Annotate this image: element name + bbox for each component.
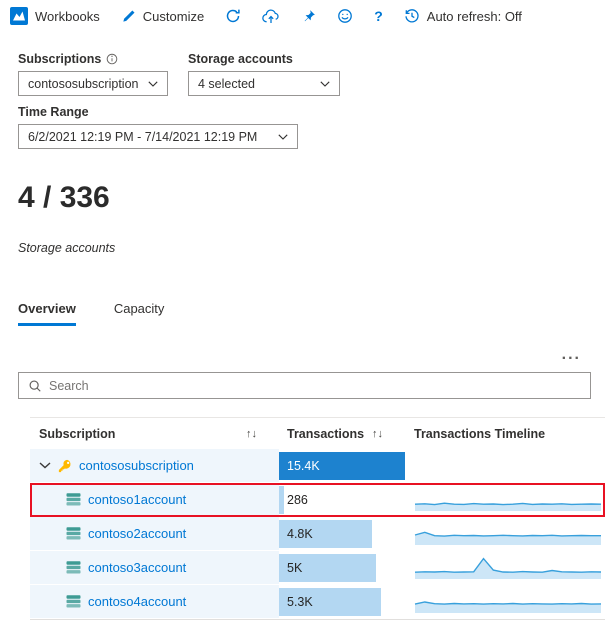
auto-refresh-clock-icon	[404, 8, 420, 24]
stat-section: 4 / 336 Storage accounts	[0, 149, 609, 255]
refresh-button[interactable]	[225, 8, 241, 24]
subscription-key-icon	[58, 459, 72, 473]
search-icon	[28, 379, 42, 393]
storage-accounts-table: Subscription ↑↓ Transactions ↑↓ Transact…	[30, 417, 605, 620]
expand-chevron-icon[interactable]	[39, 462, 51, 469]
help-icon: ?	[374, 8, 383, 24]
table-row[interactable]: contoso3account 5K	[30, 551, 605, 585]
time-range-value: 6/2/2021 12:19 PM - 7/14/2021 12:19 PM	[28, 130, 257, 144]
subscription-cell: contoso2account	[30, 517, 279, 551]
storage-account-icon	[66, 527, 81, 540]
transactions-value: 15.4K	[287, 459, 320, 473]
more-options-row: ...	[0, 326, 609, 360]
row-name-link[interactable]: contoso4account	[88, 594, 186, 609]
more-options-button[interactable]: ...	[562, 350, 581, 360]
tab-overview[interactable]: Overview	[18, 301, 76, 326]
transactions-value: 286	[287, 493, 308, 507]
subscriptions-value: contososubscription	[28, 77, 138, 91]
refresh-icon	[225, 8, 241, 24]
transactions-value: 5.3K	[287, 595, 313, 609]
filters-section: Subscriptions contososubscription Storag…	[0, 32, 609, 149]
timeline-cell	[405, 551, 605, 585]
subscription-cell: contososubscription	[30, 449, 279, 483]
chevron-down-icon	[320, 81, 330, 87]
subscriptions-label: Subscriptions	[18, 52, 101, 66]
timeline-cell	[405, 483, 605, 517]
timeline-cell	[405, 449, 605, 483]
smiley-icon	[337, 8, 353, 24]
row-name-link[interactable]: contoso1account	[88, 492, 186, 507]
subscriptions-filter: Subscriptions contososubscription	[18, 52, 168, 96]
subscription-cell: contoso3account	[30, 551, 279, 585]
table-row[interactable]: contoso2account 4.8K	[30, 517, 605, 551]
cloud-upload-icon	[262, 9, 280, 24]
pin-icon	[301, 9, 316, 24]
subscriptions-dropdown[interactable]: contososubscription	[18, 71, 168, 96]
tab-capacity[interactable]: Capacity	[114, 301, 165, 326]
workbooks-logo-icon	[10, 7, 28, 25]
customize-label: Customize	[143, 9, 204, 24]
chevron-down-icon	[278, 134, 288, 140]
transactions-cell: 5K	[279, 551, 405, 585]
subscription-cell: contoso1account	[30, 483, 279, 517]
storage-account-icon	[66, 493, 81, 506]
stat-caption: Storage accounts	[18, 241, 609, 255]
row-name-link[interactable]: contoso2account	[88, 526, 186, 541]
transactions-value: 5K	[287, 561, 302, 575]
row-name-link[interactable]: contoso3account	[88, 560, 186, 575]
table-row[interactable]: contoso4account 5.3K	[30, 585, 605, 619]
transactions-cell: 4.8K	[279, 517, 405, 551]
toolbar: Workbooks Customize ? Auto refresh: O	[0, 0, 609, 32]
timeline-sparkline	[414, 590, 602, 614]
transactions-cell: 15.4K	[279, 449, 405, 483]
search-row	[18, 372, 591, 399]
storage-account-icon	[66, 561, 81, 574]
stat-value: 4 / 336	[18, 181, 609, 215]
transactions-cell: 5.3K	[279, 585, 405, 619]
table-body: contososubscription 15.4K contoso1account 2…	[30, 449, 605, 620]
time-range-dropdown[interactable]: 6/2/2021 12:19 PM - 7/14/2021 12:19 PM	[18, 124, 298, 149]
column-header-transactions[interactable]: Transactions	[287, 427, 364, 441]
auto-refresh-label: Auto refresh: Off	[427, 9, 522, 24]
column-header-subscription[interactable]: Subscription	[39, 427, 115, 441]
feedback-button[interactable]	[337, 8, 353, 24]
sort-icon[interactable]: ↑↓	[246, 428, 257, 440]
sort-icon[interactable]: ↑↓	[372, 428, 383, 440]
storage-accounts-filter: Storage accounts 4 selected	[188, 52, 340, 96]
pencil-icon	[121, 9, 136, 24]
tab-bar: Overview Capacity	[0, 255, 609, 326]
storage-accounts-label: Storage accounts	[188, 52, 293, 66]
timeline-sparkline	[414, 488, 602, 512]
storage-account-icon	[66, 595, 81, 608]
time-range-label: Time Range	[18, 105, 89, 119]
transactions-cell: 286	[279, 483, 405, 517]
help-button[interactable]: ?	[374, 8, 383, 24]
workbooks-title: Workbooks	[10, 7, 100, 25]
pin-button[interactable]	[301, 9, 316, 24]
subscription-cell: contoso4account	[30, 585, 279, 619]
info-icon	[106, 53, 118, 65]
timeline-cell	[405, 585, 605, 619]
search-input[interactable]	[49, 379, 581, 393]
storage-accounts-value: 4 selected	[198, 77, 255, 91]
auto-refresh-button[interactable]: Auto refresh: Off	[404, 8, 522, 24]
time-range-filter: Time Range 6/2/2021 12:19 PM - 7/14/2021…	[18, 105, 609, 149]
timeline-sparkline	[414, 556, 602, 580]
search-box	[18, 372, 591, 399]
workbooks-label: Workbooks	[35, 9, 100, 24]
timeline-sparkline	[414, 522, 602, 546]
transactions-value: 4.8K	[287, 527, 313, 541]
transactions-bar	[279, 486, 284, 514]
open-button[interactable]	[262, 9, 280, 24]
row-name-link[interactable]: contososubscription	[79, 458, 194, 473]
table-header: Subscription ↑↓ Transactions ↑↓ Transact…	[30, 417, 605, 449]
chevron-down-icon	[148, 81, 158, 87]
table-row[interactable]: contososubscription 15.4K	[30, 449, 605, 483]
storage-accounts-dropdown[interactable]: 4 selected	[188, 71, 340, 96]
column-header-transactions-timeline: Transactions Timeline	[414, 427, 545, 441]
timeline-cell	[405, 517, 605, 551]
customize-button[interactable]: Customize	[121, 9, 204, 24]
table-row[interactable]: contoso1account 286	[30, 483, 605, 517]
